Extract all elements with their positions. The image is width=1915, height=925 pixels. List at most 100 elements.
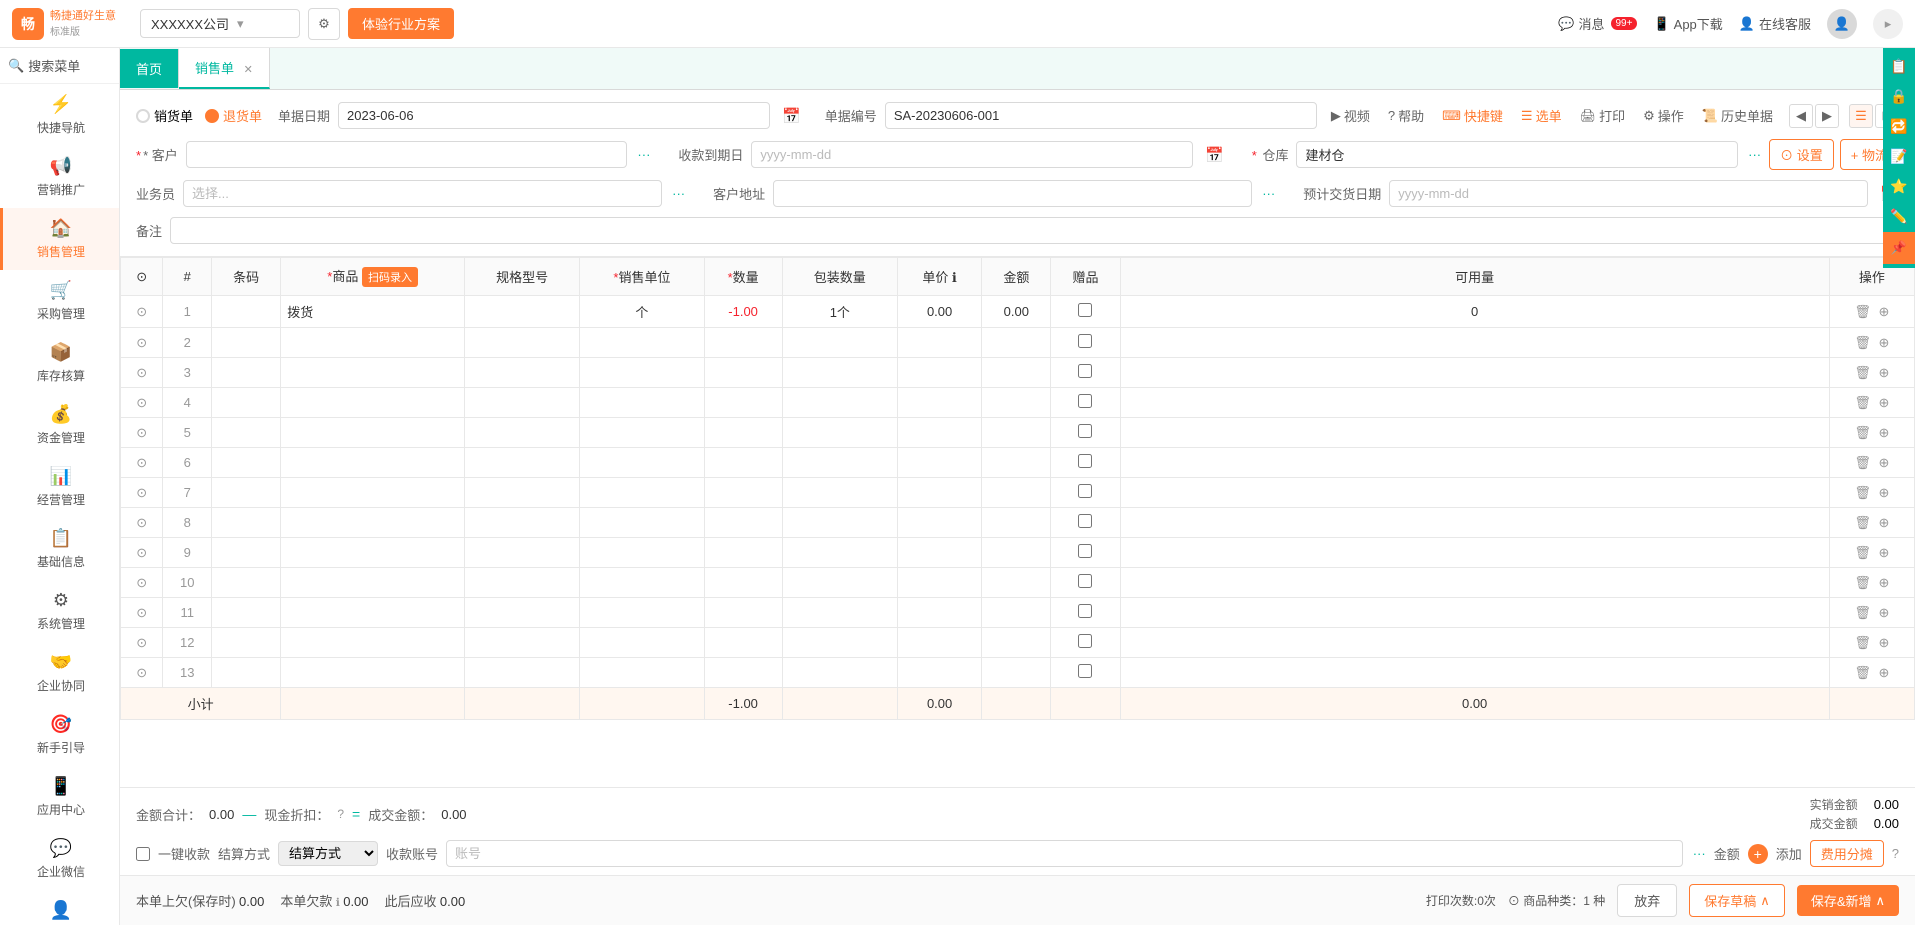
tab-sales-order[interactable]: 销售单 ✕ (179, 48, 270, 89)
nav-next-icon[interactable]: ▶ (1815, 104, 1839, 128)
sidebar-item-guide[interactable]: 🎯 新手引导 (0, 704, 119, 766)
cell-quantity[interactable] (704, 658, 782, 688)
cell-unit-price[interactable] (897, 568, 981, 598)
expense-help-icon[interactable]: ? (1892, 846, 1899, 861)
delete-icon[interactable]: 🗑 (1854, 575, 1871, 590)
doc-no-input[interactable] (885, 102, 1317, 129)
cell-spec[interactable] (465, 448, 580, 478)
cell-barcode[interactable] (212, 598, 281, 628)
copy-icon[interactable]: ⊕ (1878, 665, 1889, 680)
cell-unit-price[interactable] (897, 478, 981, 508)
customer-input[interactable] (186, 141, 628, 168)
doc-settings-button[interactable]: ⊙ 设置 (1769, 139, 1834, 170)
expense-split-button[interactable]: 费用分摊 (1810, 840, 1884, 867)
cell-quantity[interactable] (704, 328, 782, 358)
warehouse-dots[interactable]: ··· (1748, 147, 1761, 162)
cell-spec[interactable] (465, 508, 580, 538)
right-panel-notes-icon[interactable]: 📋 (1885, 52, 1913, 80)
message-button[interactable]: 💬 消息 99+ (1558, 14, 1637, 33)
copy-icon[interactable]: ⊕ (1878, 395, 1889, 410)
right-panel-refresh-icon[interactable]: 🔁 (1885, 112, 1913, 140)
nav-prev-icon[interactable]: ◀ (1789, 104, 1813, 128)
payment-due-input[interactable] (751, 141, 1193, 168)
save-new-button[interactable]: 保存&新增 ∧ (1797, 885, 1899, 916)
tab-home[interactable]: 首页 (120, 49, 179, 88)
cell-unit-price[interactable] (897, 328, 981, 358)
avatar[interactable]: 👤 (1827, 9, 1857, 39)
app-download-button[interactable]: 📱 App下载 (1653, 14, 1722, 33)
cell-barcode[interactable] (212, 628, 281, 658)
right-panel-edit-icon[interactable]: 📝 (1885, 142, 1913, 170)
salesperson-input[interactable] (183, 180, 662, 207)
cell-barcode[interactable] (212, 418, 281, 448)
cell-quantity[interactable]: -1.00 (704, 296, 782, 328)
cell-spec[interactable] (465, 628, 580, 658)
cell-gift[interactable] (1051, 388, 1120, 418)
scan-button[interactable]: 扫码录入 (362, 267, 418, 287)
cell-barcode[interactable] (212, 328, 281, 358)
cell-gift[interactable] (1051, 296, 1120, 328)
print-btn[interactable]: 🖨 打印 (1574, 102, 1632, 129)
copy-icon[interactable]: ⊕ (1878, 575, 1889, 590)
addr-dots[interactable]: ··· (1262, 186, 1275, 201)
delete-icon[interactable]: 🗑 (1854, 365, 1871, 380)
cell-gift[interactable] (1051, 658, 1120, 688)
cell-gift[interactable] (1051, 628, 1120, 658)
sidebar-item-sales-mgmt[interactable]: 🏠 销售管理 (0, 208, 119, 270)
cell-spec[interactable] (465, 568, 580, 598)
customer-dots[interactable]: ··· (637, 147, 650, 162)
cell-spec[interactable] (465, 478, 580, 508)
action-btn[interactable]: ⚙ 操作 (1637, 102, 1690, 129)
copy-icon[interactable]: ⊕ (1878, 335, 1889, 350)
sidebar-item-weichat[interactable]: 💬 企业微信 (0, 828, 119, 890)
cell-quantity[interactable] (704, 358, 782, 388)
copy-icon[interactable]: ⊕ (1878, 485, 1889, 500)
cell-unit-price[interactable] (897, 538, 981, 568)
video-btn[interactable]: ▶ 视频 (1325, 102, 1376, 129)
cell-unit-price[interactable] (897, 358, 981, 388)
cell-spec[interactable] (465, 418, 580, 448)
settings-icon[interactable]: ⚙ (308, 8, 340, 40)
copy-icon[interactable]: ⊕ (1878, 605, 1889, 620)
cell-spec[interactable] (465, 598, 580, 628)
delete-icon[interactable]: 🗑 (1854, 335, 1871, 350)
cell-spec[interactable] (465, 388, 580, 418)
delete-icon[interactable]: 🗑 (1854, 605, 1871, 620)
cell-barcode[interactable] (212, 538, 281, 568)
cell-quantity[interactable] (704, 568, 782, 598)
delete-icon[interactable]: 🗑 (1854, 665, 1871, 680)
copy-icon[interactable]: ⊕ (1878, 635, 1889, 650)
cell-barcode[interactable] (212, 296, 281, 328)
shortcut-btn[interactable]: ⌨ 快捷键 (1436, 102, 1509, 129)
cell-barcode[interactable] (212, 658, 281, 688)
cell-barcode[interactable] (212, 478, 281, 508)
cell-unit-price[interactable] (897, 448, 981, 478)
sidebar-item-app[interactable]: 📱 应用中心 (0, 766, 119, 828)
cell-quantity[interactable] (704, 388, 782, 418)
cell-gift[interactable] (1051, 478, 1120, 508)
delete-icon[interactable]: 🗑 (1854, 425, 1871, 440)
sidebar-item-quick-nav[interactable]: ⚡ 快捷导航 (0, 84, 119, 146)
col-settings[interactable]: ⊙ (121, 258, 163, 296)
salesperson-dots[interactable]: ··· (672, 186, 685, 201)
cell-gift[interactable] (1051, 598, 1120, 628)
cell-quantity[interactable] (704, 418, 782, 448)
cell-unit-price[interactable]: 0.00 (897, 296, 981, 328)
cell-quantity[interactable] (704, 448, 782, 478)
payment-cal-icon[interactable]: 📅 (1205, 146, 1224, 164)
cell-barcode[interactable] (212, 358, 281, 388)
help-btn[interactable]: ? 帮助 (1382, 102, 1430, 129)
cell-barcode[interactable] (212, 508, 281, 538)
cell-gift[interactable] (1051, 508, 1120, 538)
sidebar-item-fund[interactable]: 💰 资金管理 (0, 394, 119, 456)
cell-gift[interactable] (1051, 538, 1120, 568)
delivery-date-input[interactable] (1389, 180, 1868, 207)
view-list-icon[interactable]: ☰ (1849, 104, 1873, 128)
notes-input[interactable] (170, 217, 1899, 244)
avatar-2[interactable]: ▸ (1873, 9, 1903, 39)
sidebar-search[interactable]: 🔍 搜索菜单 (0, 48, 119, 84)
account-dots[interactable]: ··· (1693, 846, 1706, 861)
online-service-button[interactable]: 👤 在线客服 (1739, 14, 1811, 33)
calendar-icon[interactable]: 📅 (782, 107, 801, 125)
select-btn[interactable]: ☰ 选单 (1515, 102, 1568, 129)
